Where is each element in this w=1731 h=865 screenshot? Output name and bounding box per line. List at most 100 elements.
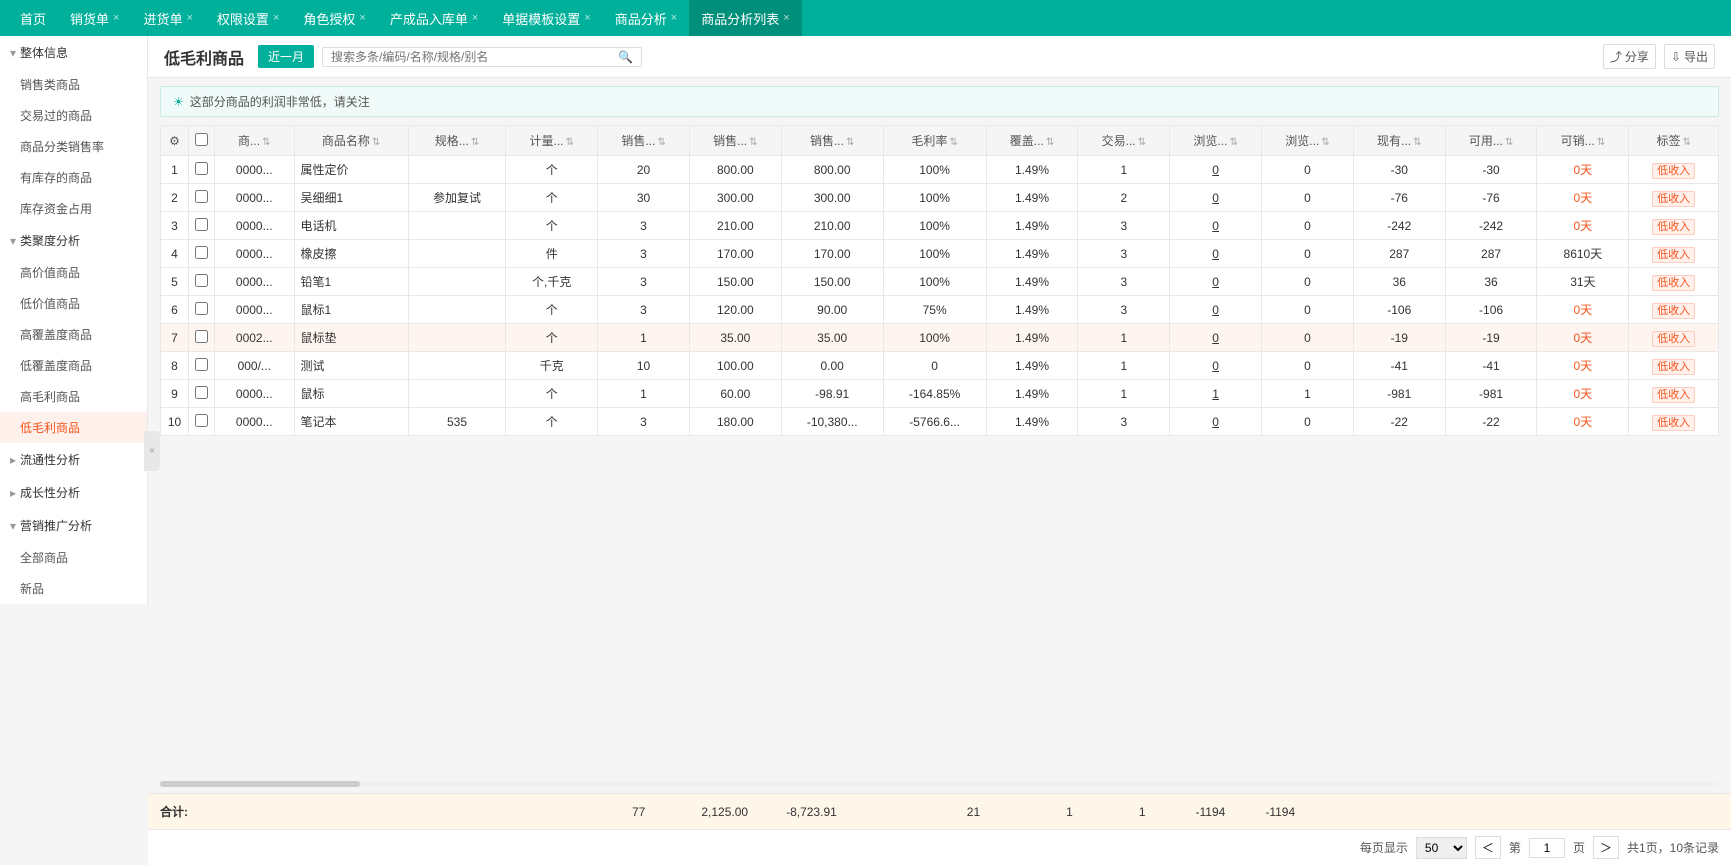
search-input[interactable]: [331, 50, 618, 64]
close-icon[interactable]: ×: [783, 12, 789, 24]
col-view1[interactable]: 浏览...⇅: [1170, 126, 1262, 156]
row-select-checkbox[interactable]: [195, 246, 208, 259]
sidebar-group-cluster[interactable]: ▾ 类聚度分析: [0, 224, 147, 257]
sidebar-group-marketing[interactable]: ▾ 营销推广分析: [0, 509, 147, 542]
col-code[interactable]: 商...⇅: [215, 126, 295, 156]
search-box[interactable]: 🔍: [322, 47, 642, 67]
select-all-checkbox[interactable]: [195, 133, 208, 146]
close-icon[interactable]: ×: [186, 12, 192, 24]
close-icon[interactable]: ×: [113, 12, 119, 24]
row-checkbox[interactable]: [189, 156, 215, 184]
col-spec[interactable]: 规格...⇅: [408, 126, 506, 156]
row-tag: 低收入: [1629, 296, 1719, 324]
row-select-checkbox[interactable]: [195, 190, 208, 203]
nav-sales[interactable]: 销货单 ×: [58, 0, 131, 36]
col-trade[interactable]: 交易...⇅: [1078, 126, 1170, 156]
row-view1[interactable]: 0: [1170, 324, 1262, 352]
row-no: 3: [161, 212, 189, 240]
close-icon[interactable]: ×: [273, 12, 279, 24]
row-select-checkbox[interactable]: [195, 386, 208, 399]
col-current-stock[interactable]: 现有...⇅: [1353, 126, 1445, 156]
col-sales-qty[interactable]: 销售...⇅: [598, 126, 690, 156]
row-view1[interactable]: 0: [1170, 156, 1262, 184]
col-sales-amount[interactable]: 销售...⇅: [781, 126, 883, 156]
prev-page-button[interactable]: ＜: [1475, 836, 1501, 859]
nav-purchase[interactable]: 进货单 ×: [131, 0, 204, 36]
row-select-checkbox[interactable]: [195, 414, 208, 427]
row-checkbox[interactable]: [189, 184, 215, 212]
sidebar-item-in-stock[interactable]: 有库存的商品: [0, 162, 147, 193]
sidebar-item-high-value[interactable]: 高价值商品: [0, 257, 147, 288]
row-select-checkbox[interactable]: [195, 330, 208, 343]
export-button[interactable]: ⇩ 导出: [1664, 44, 1715, 69]
row-checkbox[interactable]: [189, 352, 215, 380]
nav-analysis[interactable]: 商品分析 ×: [603, 0, 689, 36]
row-checkbox[interactable]: [189, 380, 215, 408]
close-icon[interactable]: ×: [671, 12, 677, 24]
nav-products[interactable]: 产成品入库单 ×: [378, 0, 490, 36]
col-unit[interactable]: 计量...⇅: [506, 126, 598, 156]
row-view1[interactable]: 0: [1170, 268, 1262, 296]
col-gross-rate[interactable]: 毛利率⇅: [883, 126, 986, 156]
share-button[interactable]: ⤴ 分享: [1603, 44, 1656, 69]
search-icon[interactable]: 🔍: [618, 50, 633, 64]
row-available: -41: [1445, 352, 1537, 380]
col-cover-rate[interactable]: 覆盖...⇅: [986, 126, 1078, 156]
close-icon[interactable]: ×: [472, 12, 478, 24]
col-sales-price[interactable]: 销售...⇅: [689, 126, 781, 156]
row-select-checkbox[interactable]: [195, 218, 208, 231]
sidebar-group-growth[interactable]: ▸ 成长性分析: [0, 476, 147, 509]
row-view1[interactable]: 0: [1170, 352, 1262, 380]
next-page-button[interactable]: ＞: [1593, 836, 1619, 859]
row-select-checkbox[interactable]: [195, 358, 208, 371]
col-tag[interactable]: 标签⇅: [1629, 126, 1719, 156]
sidebar-collapse-button[interactable]: «: [144, 431, 160, 471]
row-view1[interactable]: 0: [1170, 184, 1262, 212]
sidebar-item-stock-capital[interactable]: 库存资金占用: [0, 193, 147, 224]
sidebar-group-overall[interactable]: ▾ 整体信息: [0, 36, 147, 69]
sidebar-item-low-margin[interactable]: 低毛利商品: [0, 412, 147, 443]
nav-analysis-list[interactable]: 商品分析列表 ×: [689, 0, 801, 36]
scrollbar-thumb[interactable]: [160, 781, 360, 787]
row-checkbox[interactable]: [189, 408, 215, 436]
page-number-input[interactable]: [1529, 838, 1565, 858]
sidebar-group-flow[interactable]: ▸ 流通性分析: [0, 443, 147, 476]
row-select-checkbox[interactable]: [195, 162, 208, 175]
sidebar-item-high-coverage[interactable]: 高覆盖度商品: [0, 319, 147, 350]
sidebar-item-sales-category[interactable]: 销售类商品: [0, 69, 147, 100]
row-checkbox[interactable]: [189, 240, 215, 268]
sidebar-item-low-value[interactable]: 低价值商品: [0, 288, 147, 319]
sidebar-item-high-margin[interactable]: 高毛利商品: [0, 381, 147, 412]
row-checkbox[interactable]: [189, 296, 215, 324]
row-view1[interactable]: 1: [1170, 380, 1262, 408]
col-checkbox[interactable]: [189, 126, 215, 156]
row-view1[interactable]: 0: [1170, 408, 1262, 436]
row-checkbox[interactable]: [189, 212, 215, 240]
row-view1[interactable]: 0: [1170, 240, 1262, 268]
horizontal-scrollbar[interactable]: [160, 781, 1719, 787]
col-view2[interactable]: 浏览...⇅: [1262, 126, 1354, 156]
row-view1[interactable]: 0: [1170, 212, 1262, 240]
filter-button[interactable]: 近一月: [258, 45, 314, 68]
col-settings[interactable]: ⚙: [161, 126, 189, 156]
sidebar-item-low-coverage[interactable]: 低覆盖度商品: [0, 350, 147, 381]
row-select-checkbox[interactable]: [195, 274, 208, 287]
sidebar-item-category-rate[interactable]: 商品分类销售率: [0, 131, 147, 162]
col-available[interactable]: 可用...⇅: [1445, 126, 1537, 156]
close-icon[interactable]: ×: [359, 12, 365, 24]
sidebar-item-traded[interactable]: 交易过的商品: [0, 100, 147, 131]
per-page-select[interactable]: 50 100 200: [1416, 837, 1467, 859]
row-checkbox[interactable]: [189, 324, 215, 352]
nav-permissions[interactable]: 权限设置 ×: [205, 0, 291, 36]
sidebar-item-all-products[interactable]: 全部商品: [0, 542, 147, 573]
sidebar-item-new-products[interactable]: 新品: [0, 573, 147, 604]
col-saleable[interactable]: 可销...⇅: [1537, 126, 1629, 156]
row-select-checkbox[interactable]: [195, 302, 208, 315]
row-checkbox[interactable]: [189, 268, 215, 296]
nav-home[interactable]: 首页: [8, 0, 58, 36]
nav-roles[interactable]: 角色授权 ×: [291, 0, 377, 36]
col-name[interactable]: 商品名称⇅: [294, 126, 408, 156]
row-view1[interactable]: 0: [1170, 296, 1262, 324]
close-icon[interactable]: ×: [584, 12, 590, 24]
nav-templates[interactable]: 单据模板设置 ×: [490, 0, 602, 36]
